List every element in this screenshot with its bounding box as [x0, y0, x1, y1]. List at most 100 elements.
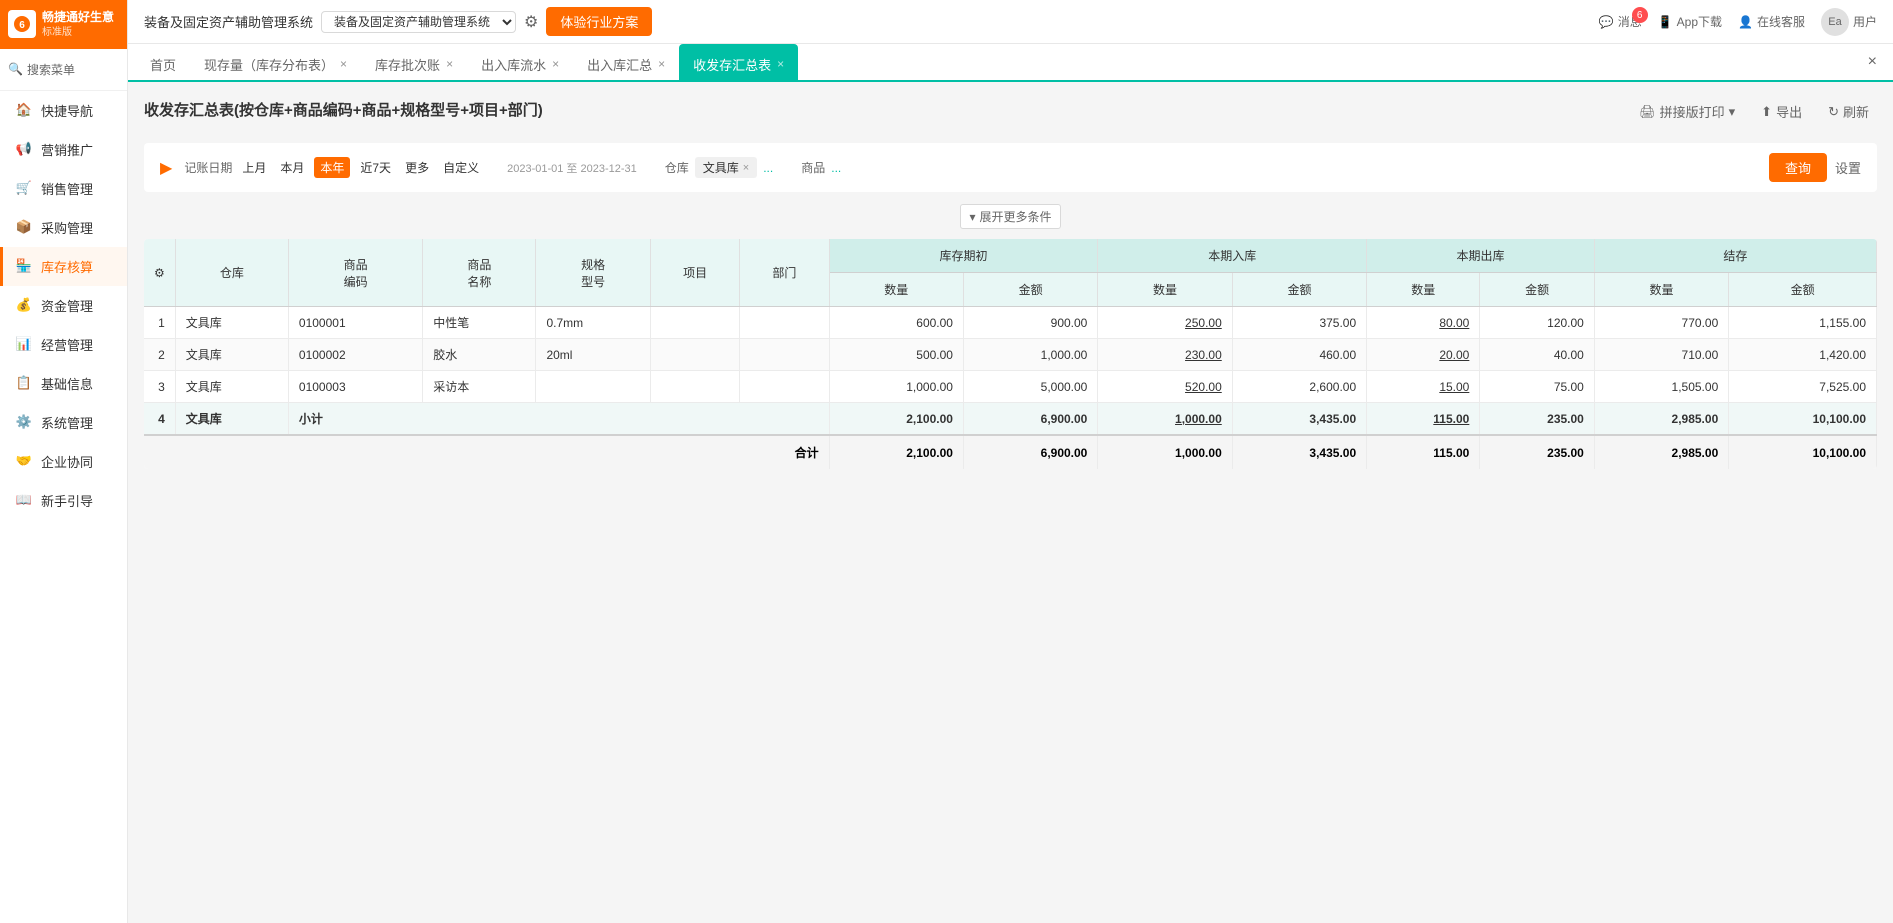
refresh-button[interactable]: ↻ 刷新	[1820, 98, 1877, 125]
row-out-amt: 75.00	[1480, 371, 1595, 403]
expand-more-button[interactable]: ▾ 展开更多条件	[960, 204, 1060, 229]
th-out-amt: 金额	[1480, 273, 1595, 307]
goods-filter-more[interactable]: ...	[831, 161, 841, 175]
service-icon: 👤	[1738, 15, 1753, 29]
refresh-label: 刷新	[1843, 102, 1869, 121]
tab-recv-send-summary[interactable]: 收发存汇总表 ×	[679, 44, 798, 82]
row-goods-name: 采访本	[423, 371, 536, 403]
trial-button[interactable]: 体验行业方案	[546, 7, 652, 36]
warehouse-filter-more[interactable]: ...	[763, 161, 773, 175]
sidebar-item-inventory[interactable]: 🏪 库存核算	[0, 247, 127, 286]
tabs-close-all[interactable]: ×	[1860, 53, 1885, 71]
date-btn-this-year[interactable]: 本年	[314, 157, 350, 178]
tab-inventory-dist[interactable]: 现存量（库存分布表） ×	[190, 44, 361, 82]
tab-in-out-flow-close[interactable]: ×	[552, 57, 559, 71]
row-out-qty[interactable]: 15.00	[1367, 371, 1480, 403]
total-bal-qty: 2,985.00	[1594, 435, 1728, 469]
th-in-amt: 金额	[1232, 273, 1366, 307]
gear-icon[interactable]: ⚙	[524, 12, 538, 32]
sidebar-item-base-info[interactable]: 📋 基础信息	[0, 364, 127, 403]
row-in-qty[interactable]: 520.00	[1098, 371, 1232, 403]
avatar: Ea	[1821, 8, 1849, 36]
notification-icon: 💬	[1599, 15, 1614, 29]
online-service-button[interactable]: 👤 在线客服	[1738, 13, 1805, 30]
row-bal-amt: 1,155.00	[1729, 307, 1877, 339]
tab-home[interactable]: 首页	[136, 44, 190, 82]
row-bal-qty: 770.00	[1594, 307, 1728, 339]
system-selector[interactable]: 装备及固定资产辅助管理系统	[321, 11, 516, 33]
date-btn-this-month[interactable]: 本月	[276, 157, 308, 178]
filter-arrow-icon[interactable]: ▶	[160, 158, 172, 178]
print-template-button[interactable]: 🖨 拼接版打印 ▾	[1631, 98, 1743, 125]
sidebar-item-quick-nav[interactable]: 🏠 快捷导航	[0, 91, 127, 130]
th-goods-name: 商品名称	[423, 239, 536, 307]
set-button[interactable]: 设置	[1835, 158, 1861, 177]
notification-button[interactable]: 💬 消息 6	[1599, 13, 1642, 30]
system-icon: ⚙️	[15, 413, 33, 431]
export-button[interactable]: ⬆ 导出	[1753, 98, 1810, 125]
warehouse-tag[interactable]: 文具库 ×	[695, 157, 757, 178]
tab-batch-account-close[interactable]: ×	[446, 57, 453, 71]
total-in-amt: 3,435.00	[1232, 435, 1366, 469]
tab-in-out-summary[interactable]: 出入库汇总 ×	[573, 44, 679, 82]
row-out-qty[interactable]: 20.00	[1367, 339, 1480, 371]
tab-recv-send-summary-close[interactable]: ×	[777, 57, 784, 71]
date-btn-7days[interactable]: 近7天	[356, 157, 395, 178]
th-dept: 部门	[740, 239, 829, 307]
table-settings-header[interactable]: ⚙	[144, 239, 175, 307]
tab-inventory-dist-close[interactable]: ×	[340, 57, 347, 71]
sidebar-item-enterprise[interactable]: 🤝 企业协同	[0, 442, 127, 481]
table-row: 3 文具库 0100003 采访本 1,000.00 5,000.00 520.…	[144, 371, 1877, 403]
refresh-icon: ↻	[1828, 104, 1839, 120]
filter-bar: ▶ 记账日期 上月 本月 本年 近7天 更多 自定义 2023-01-01 至 …	[144, 143, 1877, 192]
sidebar-item-sales[interactable]: 🛒 销售管理	[0, 169, 127, 208]
row-out-qty[interactable]: 80.00	[1367, 307, 1480, 339]
th-in-qty: 数量	[1098, 273, 1232, 307]
user-label: 用户	[1853, 13, 1877, 30]
subtotal-bal-qty: 2,985.00	[1594, 403, 1728, 436]
warehouse-filter-label: 仓库	[665, 159, 689, 176]
tab-batch-account[interactable]: 库存批次账 ×	[361, 44, 467, 82]
row-open-qty: 500.00	[829, 339, 963, 371]
th-out-qty: 数量	[1367, 273, 1480, 307]
search-menu-button[interactable]: 🔍 搜索菜单	[8, 57, 119, 82]
sales-icon: 🛒	[15, 179, 33, 197]
search-label: 搜索菜单	[27, 61, 75, 78]
app-download-button[interactable]: 📱 App下载	[1658, 13, 1722, 30]
sidebar-item-system[interactable]: ⚙️ 系统管理	[0, 403, 127, 442]
row-bal-amt: 7,525.00	[1729, 371, 1877, 403]
date-btn-more[interactable]: 更多	[401, 157, 433, 178]
tab-in-out-flow[interactable]: 出入库流水 ×	[467, 44, 573, 82]
tab-in-out-summary-close[interactable]: ×	[658, 57, 665, 71]
query-button[interactable]: 查询	[1769, 153, 1827, 182]
topbar-right: 💬 消息 6 📱 App下载 👤 在线客服 Ea 用户	[1599, 8, 1877, 36]
row-in-amt: 375.00	[1232, 307, 1366, 339]
subtotal-out-amt: 235.00	[1480, 403, 1595, 436]
print-template-label: 拼接版打印	[1660, 102, 1725, 121]
sidebar-operations-label: 经营管理	[41, 335, 93, 354]
subtotal-row: 4 文具库 小计 2,100.00 6,900.00 1,000.00 3,43…	[144, 403, 1877, 436]
row-in-qty[interactable]: 250.00	[1098, 307, 1232, 339]
row-dept	[740, 307, 829, 339]
sidebar-item-new-guide[interactable]: 📖 新手引导	[0, 481, 127, 520]
th-in-group: 本期入库	[1098, 239, 1367, 273]
subtotal-label: 小计	[288, 403, 829, 436]
user-menu[interactable]: Ea 用户	[1821, 8, 1877, 36]
subtotal-warehouse: 文具库	[175, 403, 288, 436]
row-open-qty: 600.00	[829, 307, 963, 339]
row-no: 2	[144, 339, 175, 371]
date-range-display: 2023-01-01 至 2023-12-31	[507, 160, 637, 176]
total-out-qty: 115.00	[1367, 435, 1480, 469]
sidebar-item-marketing[interactable]: 📢 营销推广	[0, 130, 127, 169]
date-btn-last-month[interactable]: 上月	[238, 157, 270, 178]
sidebar-item-purchase[interactable]: 📦 采购管理	[0, 208, 127, 247]
logo-icon: 6	[8, 10, 36, 38]
sidebar-item-operations[interactable]: 📊 经营管理	[0, 325, 127, 364]
date-btn-custom[interactable]: 自定义	[439, 157, 483, 178]
warehouse-tag-close[interactable]: ×	[743, 162, 749, 174]
sidebar-item-finance[interactable]: 💰 资金管理	[0, 286, 127, 325]
row-out-amt: 120.00	[1480, 307, 1595, 339]
row-in-qty[interactable]: 230.00	[1098, 339, 1232, 371]
row-open-amt: 1,000.00	[963, 339, 1097, 371]
base-info-icon: 📋	[15, 374, 33, 392]
